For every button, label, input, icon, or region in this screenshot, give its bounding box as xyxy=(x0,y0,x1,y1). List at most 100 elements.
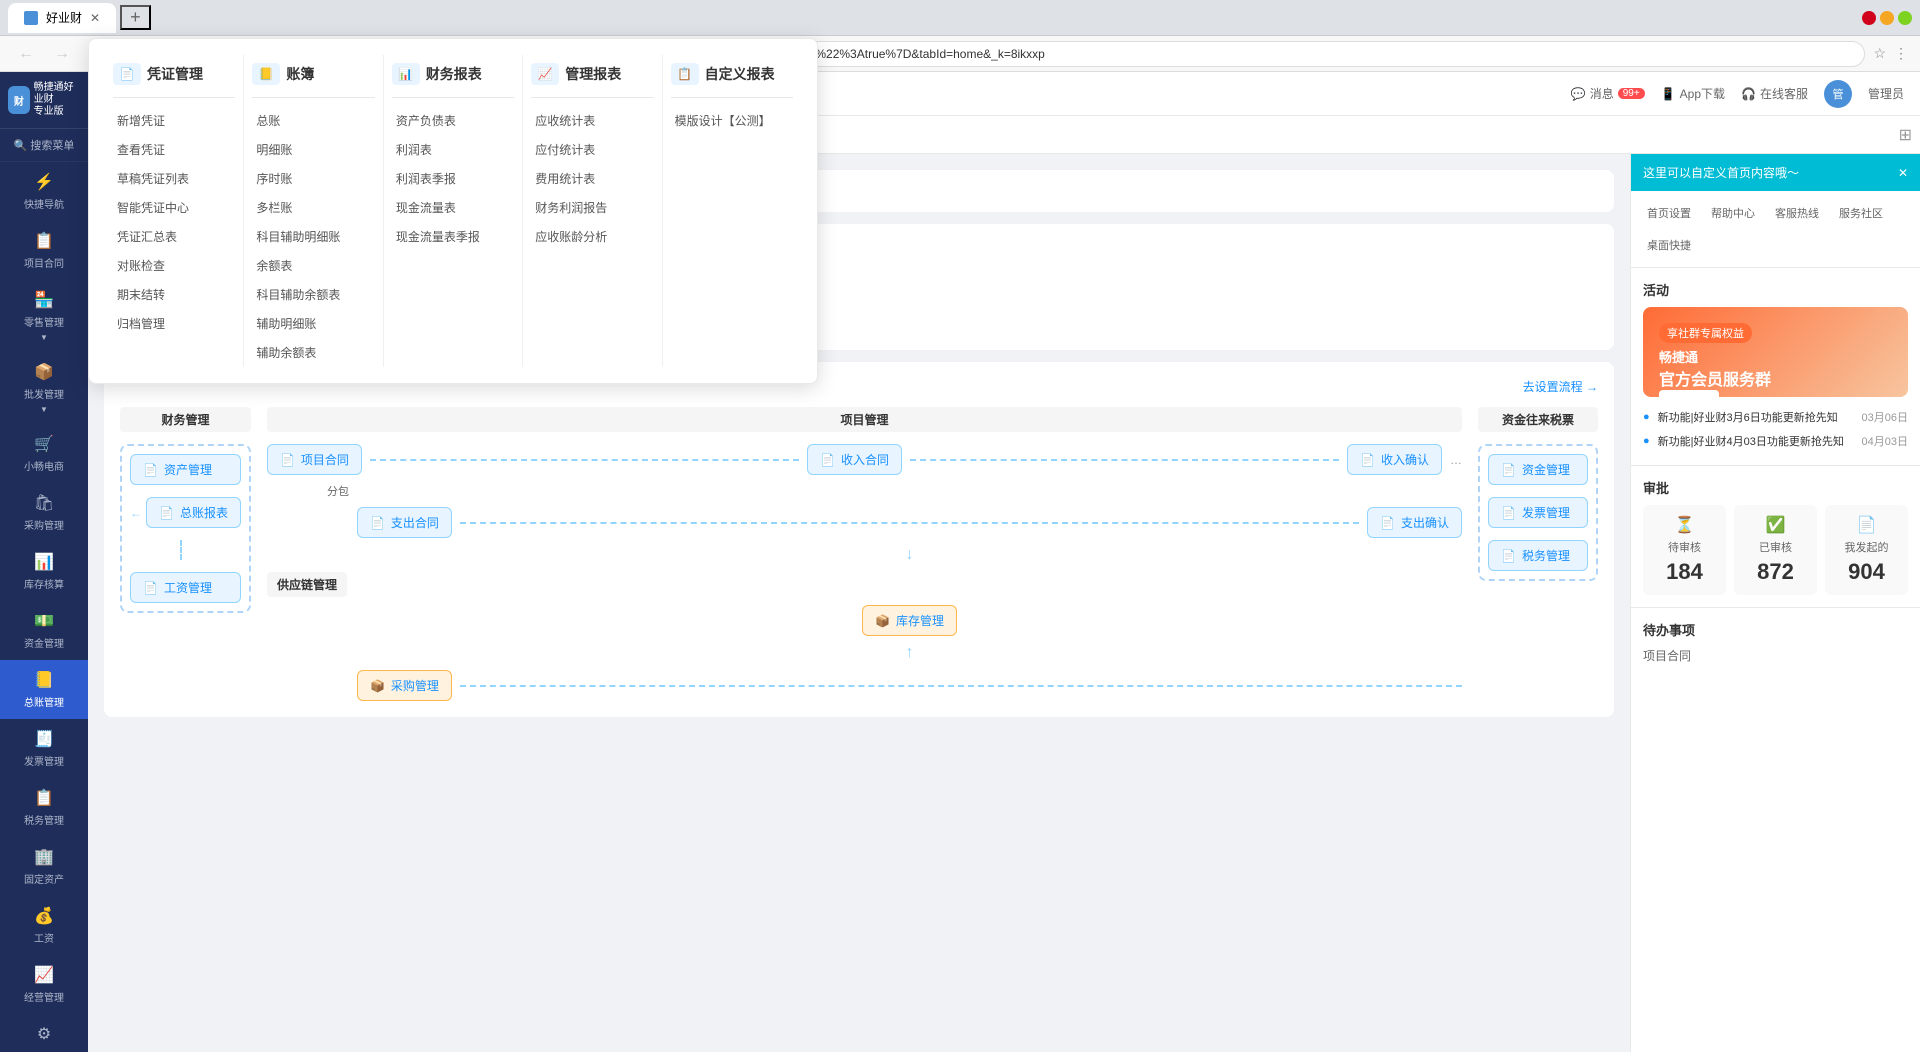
tab-expand-icon[interactable]: ⊞ xyxy=(1899,125,1912,145)
side-btn-desktop-shortcut[interactable]: 桌面快捷 xyxy=(1639,231,1699,259)
menu-item-receivable-stats[interactable]: 应收统计表 xyxy=(531,106,653,135)
menu-item-new-voucher[interactable]: 新增凭证 xyxy=(113,106,235,135)
activity-title: 活动 xyxy=(1643,280,1908,299)
flow-purchase-mgmt[interactable]: 📦 采购管理 xyxy=(357,670,452,701)
flow-capital-mgmt[interactable]: 📄 资金管理 xyxy=(1488,454,1588,485)
menu-item-smart-voucher[interactable]: 智能凭证中心 xyxy=(113,193,235,222)
menu-item-multi-col-ledger[interactable]: 多栏账 xyxy=(252,193,374,222)
flow-salary-mgmt[interactable]: 📄 工资管理 xyxy=(130,572,241,603)
flow-expense-contract[interactable]: 📄 支出合同 xyxy=(357,507,452,538)
flow-setup-link[interactable]: 去设置流程 → xyxy=(1523,378,1598,395)
back-button[interactable]: ← xyxy=(12,43,40,65)
flow-expense-confirm[interactable]: 📄 支出确认 xyxy=(1367,507,1462,538)
tab-close-button[interactable]: ✕ xyxy=(90,11,100,25)
menu-item-aux-detail-ledger[interactable]: 辅助明细账 xyxy=(252,309,374,338)
online-service-button[interactable]: 🎧 在线客服 xyxy=(1741,85,1808,102)
approval-card-pending[interactable]: ⏳ 待审核 184 xyxy=(1643,505,1726,595)
sidebar-item-salary[interactable]: 💰 工资 xyxy=(0,896,88,955)
project-contract-icon: 📋 xyxy=(34,231,54,251)
capital-icon: 💵 xyxy=(34,611,54,631)
approval-card-approved[interactable]: ✅ 已审核 872 xyxy=(1734,505,1817,595)
approval-section: 审批 ⏳ 待审核 184 ✅ 已审核 872 xyxy=(1631,466,1920,608)
news-item-1[interactable]: ● 新功能|好业财3月6日功能更新抢先知 03月06日 xyxy=(1643,405,1908,429)
menu-item-cashflow-quarterly[interactable]: 现金流量表季报 xyxy=(392,222,514,251)
sidebar-item-operations[interactable]: 📈 经营管理 xyxy=(0,955,88,1014)
menu-item-subject-aux-detail[interactable]: 科目辅助明细账 xyxy=(252,222,374,251)
sidebar-item-ecommerce[interactable]: 🛒 小畅电商 xyxy=(0,424,88,483)
window-close-button[interactable] xyxy=(1862,11,1876,25)
flow-project-contract[interactable]: 📄 项目合同 xyxy=(267,444,362,475)
menu-item-balance-table[interactable]: 余额表 xyxy=(252,251,374,280)
menu-item-archive[interactable]: 归档管理 xyxy=(113,309,235,338)
menu-item-sequence-ledger[interactable]: 序时账 xyxy=(252,164,374,193)
menu-item-cashflow[interactable]: 现金流量表 xyxy=(392,193,514,222)
menu-item-check-voucher[interactable]: 查看凭证 xyxy=(113,135,235,164)
menu-item-expense-stats[interactable]: 费用统计表 xyxy=(531,164,653,193)
flow-asset-mgmt[interactable]: 📄 资产管理 xyxy=(130,454,241,485)
window-maximize-button[interactable] xyxy=(1898,11,1912,25)
extension-icon[interactable]: ⋮ xyxy=(1894,45,1908,62)
sidebar-item-inventory[interactable]: 📊 库存核算 xyxy=(0,542,88,601)
sidebar-item-tax[interactable]: 📋 税务管理 xyxy=(0,778,88,837)
todo-section: 待办事项 项目合同 xyxy=(1631,608,1920,676)
menu-item-period-close[interactable]: 期末结转 xyxy=(113,280,235,309)
menu-item-template-design[interactable]: 模版设计【公测】 xyxy=(671,106,793,135)
menu-item-financial-profit[interactable]: 财务利润报告 xyxy=(531,193,653,222)
online-service-label: 在线客服 xyxy=(1760,85,1808,102)
side-btn-help-center[interactable]: 帮助中心 xyxy=(1703,199,1763,227)
menu-item-balance-sheet[interactable]: 资产负债表 xyxy=(392,106,514,135)
menu-item-income-statement[interactable]: 利润表 xyxy=(392,135,514,164)
sidebar-item-retail[interactable]: 🏪 零售管理 ▼ xyxy=(0,280,88,352)
asset-mgmt-label: 资产管理 xyxy=(164,461,212,478)
flow-inventory-mgmt[interactable]: 📦 库存管理 xyxy=(862,605,957,636)
flow-income-confirm[interactable]: 📄 收入确认 xyxy=(1347,444,1442,475)
menu-column-custom-report: 📋 自定义报表 模版设计【公测】 xyxy=(663,55,801,367)
customize-banner-close[interactable]: ✕ xyxy=(1898,166,1908,180)
menu-item-voucher-summary[interactable]: 凭证汇总表 xyxy=(113,222,235,251)
flow-tax-mgmt[interactable]: 📄 税务管理 xyxy=(1488,540,1588,571)
message-button[interactable]: 💬 消息 99+ xyxy=(1571,85,1645,102)
menu-item-draft-voucher[interactable]: 草稿凭证列表 xyxy=(113,164,235,193)
new-tab-button[interactable]: + xyxy=(120,5,151,30)
menu-item-aging-analysis[interactable]: 应收账龄分析 xyxy=(531,222,653,251)
side-btn-customer-hotline[interactable]: 客服热线 xyxy=(1767,199,1827,227)
voucher-title-text: 凭证管理 xyxy=(147,64,203,84)
activity-banner[interactable]: 享社群专属权益 畅捷通 官方会员服务群 QR xyxy=(1643,307,1908,397)
ecommerce-label: 小畅电商 xyxy=(24,458,64,473)
menu-item-detail-ledger[interactable]: 明细账 xyxy=(252,135,374,164)
bookmark-icon[interactable]: ☆ xyxy=(1873,45,1886,62)
sidebar-item-capital[interactable]: 💵 资金管理 xyxy=(0,601,88,660)
menu-item-income-quarterly[interactable]: 利润表季报 xyxy=(392,164,514,193)
side-btn-service-community[interactable]: 服务社区 xyxy=(1831,199,1891,227)
active-browser-tab[interactable]: 好业财 ✕ xyxy=(8,3,116,33)
window-minimize-button[interactable] xyxy=(1880,11,1894,25)
side-btn-home-setup[interactable]: 首页设置 xyxy=(1639,199,1699,227)
sidebar-item-quick-nav[interactable]: ⚡ 快捷导航 xyxy=(0,162,88,221)
sidebar-item-accounting[interactable]: 📒 总账管理 xyxy=(0,660,88,719)
user-avatar[interactable]: 管 xyxy=(1824,80,1852,108)
purchase-icon: 🛍 xyxy=(34,493,54,513)
tax-mgmt-icon: 📄 xyxy=(1501,549,1516,563)
sidebar-item-project-contract[interactable]: 📋 项目合同 xyxy=(0,221,88,280)
flow-invoice-mgmt[interactable]: 📄 发票管理 xyxy=(1488,497,1588,528)
menu-item-aux-balance[interactable]: 辅助余额表 xyxy=(252,338,374,367)
app-download-button[interactable]: 📱 App下载 xyxy=(1661,85,1725,102)
menu-item-payable-stats[interactable]: 应付统计表 xyxy=(531,135,653,164)
menu-item-reconcile[interactable]: 对账检查 xyxy=(113,251,235,280)
flow-general-ledger[interactable]: 📄 总账报表 xyxy=(146,497,241,528)
forward-button[interactable]: → xyxy=(48,43,76,65)
menu-item-general-ledger[interactable]: 总账 xyxy=(252,106,374,135)
customize-banner[interactable]: 这里可以自定义首页内容哦～ ✕ xyxy=(1631,154,1920,191)
news-dot-1: ● xyxy=(1643,411,1650,423)
sidebar-item-fixed-assets[interactable]: 🏢 固定资产 xyxy=(0,837,88,896)
sidebar-search-button[interactable]: 🔍 搜索菜单 xyxy=(0,129,88,162)
approval-card-issued[interactable]: 📄 我发起的 904 xyxy=(1825,505,1908,595)
activity-badge: 享社群专属权益 xyxy=(1659,323,1752,343)
sidebar-settings-icon[interactable]: ⚙ xyxy=(37,1026,51,1043)
news-item-2[interactable]: ● 新功能|好业财4月03日功能更新抢先知 04月03日 xyxy=(1643,429,1908,453)
menu-item-subject-aux-balance[interactable]: 科目辅助余额表 xyxy=(252,280,374,309)
sidebar-item-wholesale[interactable]: 📦 批发管理 ▼ xyxy=(0,352,88,424)
sidebar-item-invoice[interactable]: 🧾 发票管理 xyxy=(0,719,88,778)
sidebar-item-purchase[interactable]: 🛍 采购管理 xyxy=(0,483,88,542)
flow-income-contract[interactable]: 📄 收入合同 xyxy=(807,444,902,475)
